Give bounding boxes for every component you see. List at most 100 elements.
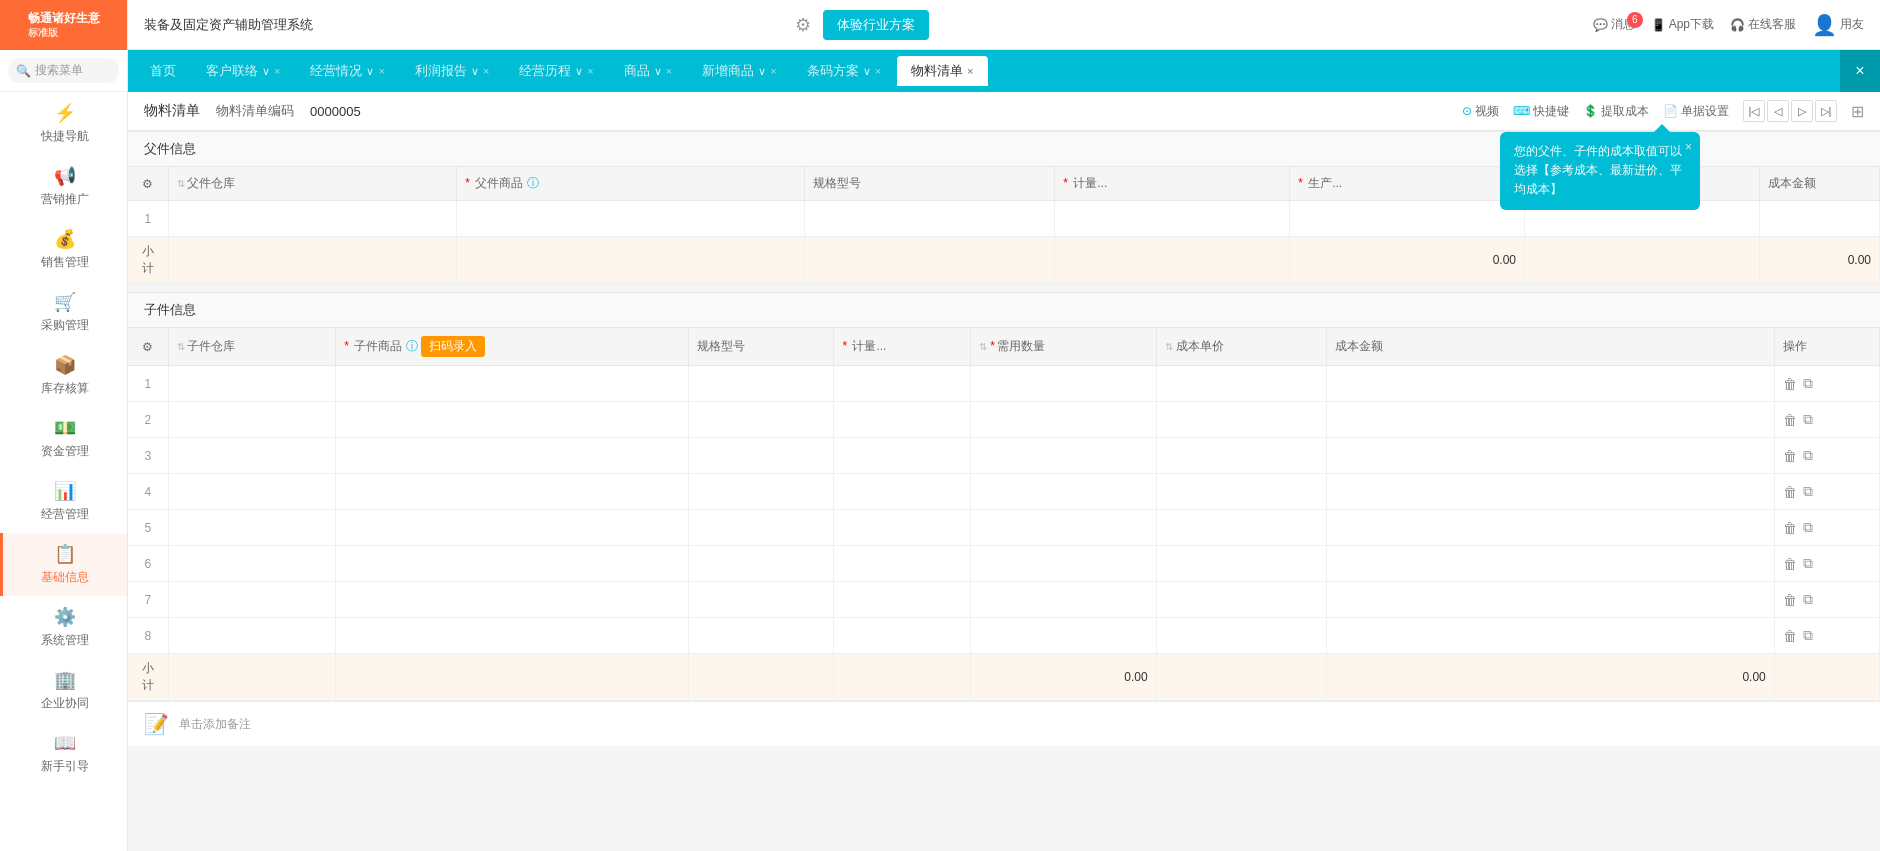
child-needed-cell[interactable]	[970, 366, 1156, 402]
child-spec-cell[interactable]	[689, 366, 834, 402]
copy-icon[interactable]: ⧉	[1803, 447, 1813, 464]
view-action[interactable]: ⊙ 视频	[1462, 103, 1499, 120]
child-qty-cell[interactable]	[834, 366, 970, 402]
sales-icon: 💰	[54, 228, 76, 250]
tooltip-close-btn[interactable]: ×	[1685, 138, 1692, 157]
nav-prev-btn[interactable]: ◁	[1767, 100, 1789, 122]
nav-first-btn[interactable]: |◁	[1743, 100, 1765, 122]
delete-icon[interactable]: 🗑	[1783, 376, 1797, 392]
tab-close[interactable]: ×	[770, 65, 776, 77]
sidebar-item-purchase[interactable]: 🛒 采购管理	[0, 281, 127, 344]
child-section: 子件信息 ⚙ ⇅ 子件仓库 * 子件商品 ⓘ 扫码录入 规格型号 * 计量...…	[128, 292, 1880, 701]
purchase-icon: 🛒	[54, 291, 76, 313]
marketing-icon: 📢	[54, 165, 76, 187]
tab-barcode[interactable]: 条码方案 ∨ ×	[793, 56, 895, 86]
close-all-tabs-btn[interactable]: ×	[1840, 50, 1880, 92]
sidebar-item-enterprise[interactable]: 🏢 企业协同	[0, 659, 127, 722]
parent-warehouse-cell[interactable]	[168, 201, 457, 237]
search-label: 搜索菜单	[35, 62, 83, 79]
trial-btn[interactable]: 体验行业方案	[823, 10, 929, 40]
parent-goods-cell[interactable]	[457, 201, 805, 237]
sidebar-item-basic[interactable]: 📋 基础信息	[0, 533, 127, 596]
parent-prod-cell[interactable]	[1290, 201, 1525, 237]
user-btn[interactable]: 👤 用友	[1812, 13, 1864, 37]
cost-action[interactable]: 💲 提取成本	[1583, 103, 1649, 120]
tab-new-goods[interactable]: 新增商品 ∨ ×	[688, 56, 790, 86]
nav-tabs: 首页 客户联络 ∨ × 经营情况 ∨ × 利润报告 ∨ × 经营历程 ∨ × 商…	[128, 50, 1880, 92]
topbar: 装备及固定资产辅助管理系统 ⚙ 体验行业方案 💬 消息 6 📱 App下载 🎧 …	[128, 0, 1880, 50]
tab-close[interactable]: ×	[967, 65, 973, 77]
th-child-spec: 规格型号	[689, 328, 834, 366]
tab-close[interactable]: ×	[587, 65, 593, 77]
sidebar-item-guide[interactable]: 📖 新手引导	[0, 722, 127, 785]
parent-spec-cell[interactable]	[805, 201, 1055, 237]
delete-icon[interactable]: 🗑	[1783, 484, 1797, 500]
child-cost-unit-cell[interactable]	[1156, 366, 1327, 402]
row-num: 4	[128, 474, 168, 510]
sidebar-item-operation[interactable]: 📊 经营管理	[0, 470, 127, 533]
operation-icon: 📊	[54, 480, 76, 502]
sidebar-search[interactable]: 🔍 搜索菜单	[0, 50, 127, 92]
tab-operation-status[interactable]: 经营情况 ∨ ×	[296, 56, 398, 86]
th-child-warehouse: ⇅ 子件仓库	[168, 328, 336, 366]
tab-home[interactable]: 首页	[136, 56, 190, 86]
delete-icon[interactable]: 🗑	[1783, 556, 1797, 572]
copy-icon[interactable]: ⧉	[1803, 591, 1813, 608]
settings-icon[interactable]: ⚙	[795, 14, 811, 36]
online-service-btn[interactable]: 🎧 在线客服	[1730, 16, 1796, 33]
child-goods-cell[interactable]	[336, 366, 689, 402]
sort-icon: ⇅	[177, 341, 185, 352]
finance-icon: 💵	[54, 417, 76, 439]
nav-last-btn[interactable]: ▷|	[1815, 100, 1837, 122]
headset-icon: 🎧	[1730, 18, 1745, 32]
sidebar-item-system[interactable]: ⚙️ 系统管理	[0, 596, 127, 659]
scan-btn[interactable]: 扫码录入	[421, 336, 485, 357]
th-parent-qty: * 计量...	[1055, 167, 1290, 201]
delete-icon[interactable]: 🗑	[1783, 520, 1797, 536]
nav-next-btn[interactable]: ▷	[1791, 100, 1813, 122]
tab-close[interactable]: ×	[875, 65, 881, 77]
tab-close[interactable]: ×	[483, 65, 489, 77]
table-row: 5 🗑⧉	[128, 510, 1880, 546]
tab-close[interactable]: ×	[274, 65, 280, 77]
app-download-btn[interactable]: 📱 App下载	[1651, 16, 1714, 33]
copy-icon[interactable]: ⧉	[1803, 519, 1813, 536]
delete-icon[interactable]: 🗑	[1783, 412, 1797, 428]
sidebar-item-sales[interactable]: 💰 销售管理	[0, 218, 127, 281]
tab-close[interactable]: ×	[378, 65, 384, 77]
copy-icon[interactable]: ⧉	[1803, 627, 1813, 644]
sidebar-item-inventory[interactable]: 📦 库存核算	[0, 344, 127, 407]
table-row: 3 🗑 ⧉	[128, 438, 1880, 474]
copy-icon[interactable]: ⧉	[1803, 483, 1813, 500]
tab-goods[interactable]: 商品 ∨ ×	[610, 56, 686, 86]
copy-icon[interactable]: ⧉	[1803, 375, 1813, 392]
copy-icon[interactable]: ⧉	[1803, 411, 1813, 428]
shortcut-action[interactable]: ⌨ 快捷键	[1513, 103, 1569, 120]
doc-setting-action[interactable]: 📄 单据设置	[1663, 103, 1729, 120]
tab-profit[interactable]: 利润报告 ∨ ×	[401, 56, 503, 86]
copy-icon[interactable]: ⧉	[1803, 555, 1813, 572]
row-num: 3	[128, 438, 168, 474]
row-num: 7	[128, 582, 168, 618]
doc-icon: 📄	[1663, 104, 1678, 118]
tab-operation-history[interactable]: 经营历程 ∨ ×	[505, 56, 607, 86]
grid-view-icon[interactable]: ⊞	[1851, 102, 1864, 121]
delete-icon[interactable]: 🗑	[1783, 448, 1797, 464]
message-btn[interactable]: 💬 消息 6	[1593, 16, 1635, 33]
settings-icon[interactable]: ⚙	[142, 340, 153, 354]
tab-bom[interactable]: 物料清单 ×	[897, 56, 987, 86]
tab-close[interactable]: ×	[666, 65, 672, 77]
sidebar-item-quick-nav[interactable]: ⚡ 快捷导航	[0, 92, 127, 155]
tab-customer[interactable]: 客户联络 ∨ ×	[192, 56, 294, 86]
sidebar-item-marketing[interactable]: 📢 营销推广	[0, 155, 127, 218]
child-warehouse-cell[interactable]	[168, 366, 336, 402]
delete-icon[interactable]: 🗑	[1783, 592, 1797, 608]
tab-arrow: ∨	[471, 65, 479, 78]
parent-qty-cell[interactable]	[1055, 201, 1290, 237]
search-icon: 🔍	[16, 64, 31, 78]
sidebar-item-finance[interactable]: 💵 资金管理	[0, 407, 127, 470]
delete-icon[interactable]: 🗑	[1783, 628, 1797, 644]
memo-hint[interactable]: 单击添加备注	[179, 716, 251, 733]
settings-icon[interactable]: ⚙	[142, 177, 153, 191]
table-row: 8 🗑⧉	[128, 618, 1880, 654]
